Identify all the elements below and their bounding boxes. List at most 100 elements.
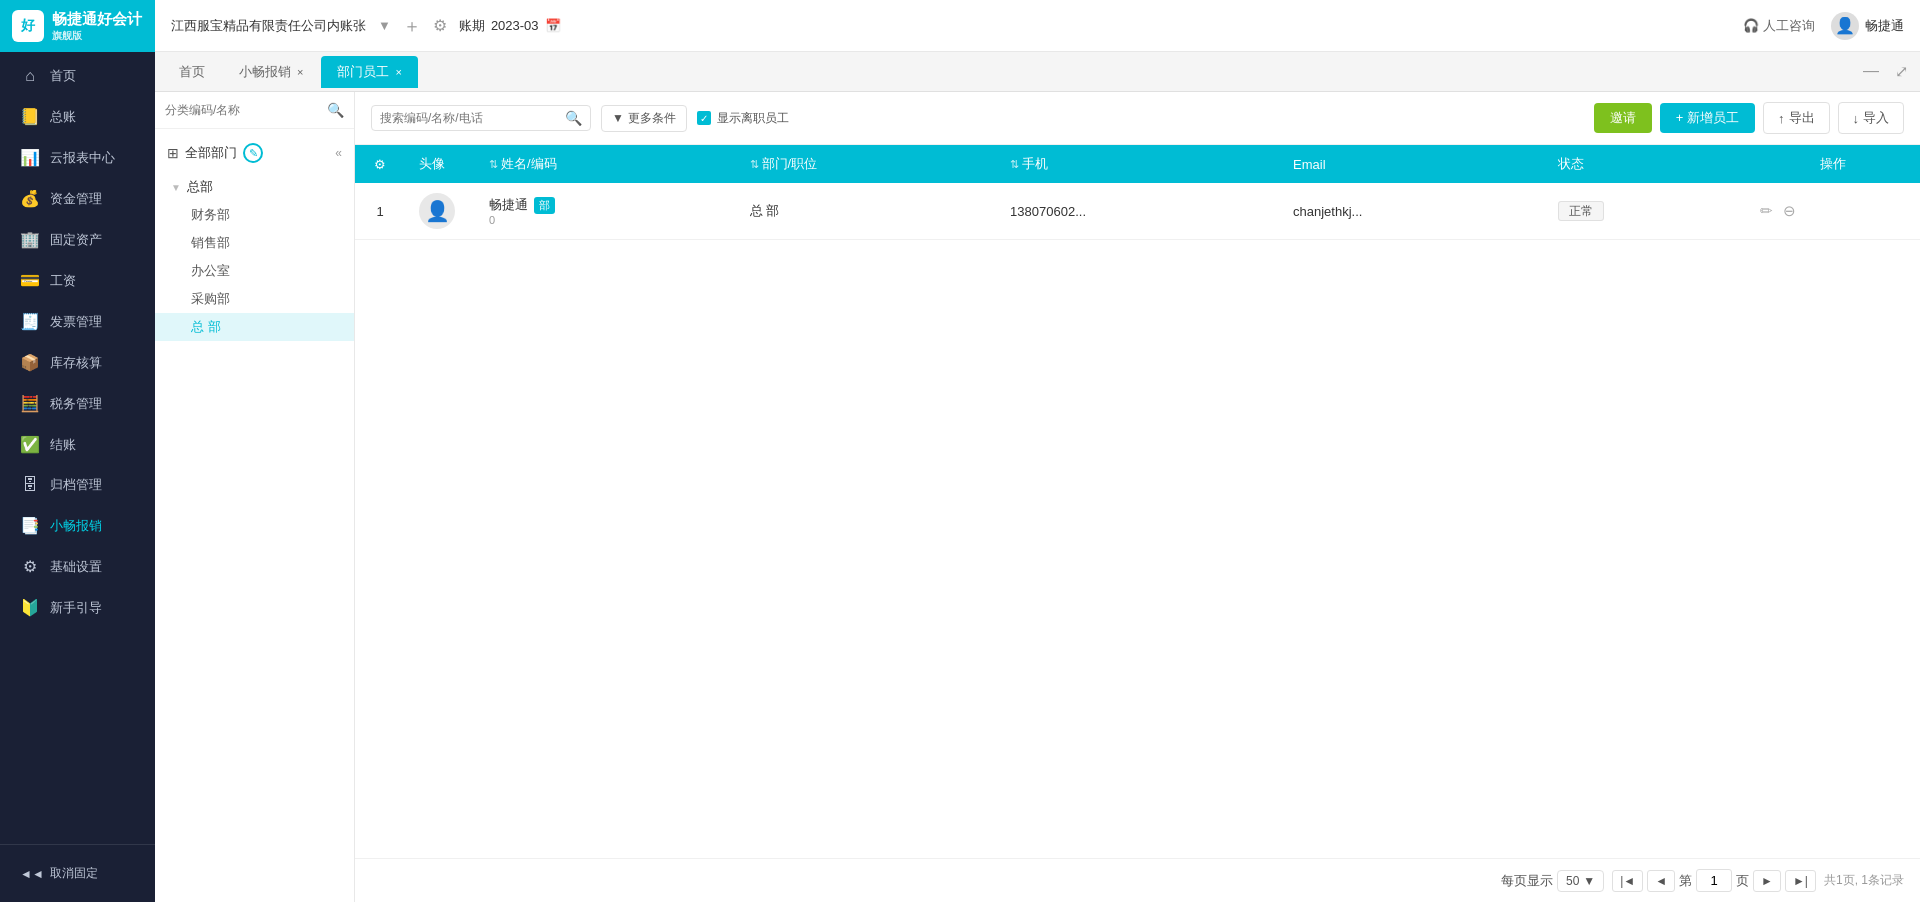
- th-dept[interactable]: ⇅ 部门/职位: [736, 145, 997, 183]
- avatar: 👤: [1831, 12, 1859, 40]
- app-title: 畅捷通好会计: [52, 10, 142, 29]
- sidebar: 好 畅捷通好会计 旗舰版 ⌂ 首页 📒 总账 📊 云报表中心 💰 资金管理 🏢 …: [0, 0, 155, 902]
- all-departments[interactable]: ⊞ 全部部门 ✎ «: [155, 137, 354, 169]
- pagination: 每页显示 50 ▼ |◄ ◄ 第 页 ► ►| 共1页, 1条记录: [355, 858, 1920, 902]
- period-display: 账期 2023-03 📅: [459, 17, 561, 35]
- import-button[interactable]: ↓ 导入: [1838, 102, 1905, 134]
- sidebar-item-label: 结账: [50, 436, 76, 454]
- sidebar-item-tax[interactable]: 🧮 税务管理: [0, 383, 155, 424]
- sidebar-item-reports[interactable]: 📊 云报表中心: [0, 137, 155, 178]
- edit-dept-button[interactable]: ✎: [243, 143, 263, 163]
- tab-home[interactable]: 首页: [163, 56, 221, 88]
- th-settings[interactable]: ⚙: [355, 145, 405, 183]
- sidebar-item-label: 新手引导: [50, 599, 102, 617]
- dept-search-icon[interactable]: 🔍: [327, 102, 344, 118]
- disable-employee-button[interactable]: ⊖: [1783, 202, 1796, 220]
- sidebar-item-inventory[interactable]: 📦 库存核算: [0, 342, 155, 383]
- sidebar-item-label: 固定资产: [50, 231, 102, 249]
- calendar-icon[interactable]: 📅: [545, 18, 561, 33]
- archive-icon: 🗄: [20, 476, 40, 494]
- show-resigned-toggle[interactable]: ✓ 显示离职员工: [697, 110, 789, 127]
- employee-phone: 138070602...: [1010, 204, 1086, 219]
- avatar-person-icon: 👤: [425, 199, 450, 223]
- toolbar-actions: 邀请 + 新增员工 ↑ 导出 ↓ 导入: [1594, 102, 1904, 134]
- sidebar-item-ledger[interactable]: 📒 总账: [0, 96, 155, 137]
- topbar: 江西服宝精品有限责任公司内账张 ▼ ＋ ⚙ 账期 2023-03 📅 🎧 人工咨…: [155, 0, 1920, 52]
- row-phone-cell: 138070602...: [996, 183, 1279, 240]
- edit-employee-button[interactable]: ✏: [1760, 202, 1773, 220]
- tab-home-label: 首页: [179, 63, 205, 81]
- export-button[interactable]: ↑ 导出: [1763, 102, 1830, 134]
- action-icons: ✏ ⊖: [1760, 202, 1906, 220]
- employee-email: chanjethkj...: [1293, 204, 1362, 219]
- last-page-button[interactable]: ►|: [1785, 870, 1816, 892]
- sidebar-item-invoice[interactable]: 🧾 发票管理: [0, 301, 155, 342]
- sidebar-item-label: 库存核算: [50, 354, 102, 372]
- prev-page-button[interactable]: ◄: [1647, 870, 1675, 892]
- dept-zongbu[interactable]: 总部: [155, 173, 354, 201]
- main-area: 江西服宝精品有限责任公司内账张 ▼ ＋ ⚙ 账期 2023-03 📅 🎧 人工咨…: [155, 0, 1920, 902]
- first-page-button[interactable]: |◄: [1612, 870, 1643, 892]
- service-button[interactable]: 🎧 人工咨询: [1743, 17, 1815, 35]
- sidebar-item-funds[interactable]: 💰 资金管理: [0, 178, 155, 219]
- minimize-button[interactable]: —: [1859, 58, 1883, 85]
- sidebar-item-salary[interactable]: 💳 工资: [0, 260, 155, 301]
- employee-search-box: 🔍: [371, 105, 591, 131]
- th-email: Email: [1279, 145, 1544, 183]
- tab-expense-close[interactable]: ×: [297, 66, 303, 78]
- company-settings-icon[interactable]: ⚙: [433, 16, 447, 35]
- dept-search-bar: 🔍: [155, 92, 354, 129]
- filter-label: 更多条件: [628, 110, 676, 127]
- th-phone[interactable]: ⇅ 手机: [996, 145, 1279, 183]
- sidebar-item-expense[interactable]: 📑 小畅报销: [0, 505, 155, 546]
- next-page-button[interactable]: ►: [1753, 870, 1781, 892]
- sort-phone-icon: ⇅: [1010, 158, 1022, 170]
- th-action: 操作: [1746, 145, 1920, 183]
- th-name[interactable]: ⇅ 姓名/编码: [475, 145, 736, 183]
- service-label: 人工咨询: [1763, 17, 1815, 35]
- tab-expense[interactable]: 小畅报销 ×: [223, 56, 319, 88]
- content-area: 🔍 ⊞ 全部部门 ✎ « 总部 财务部 销售部 办公室 采购部 总 部: [155, 92, 1920, 902]
- page-size-dropdown[interactable]: 50 ▼: [1557, 870, 1604, 892]
- sidebar-item-settings[interactable]: ⚙ 基础设置: [0, 546, 155, 587]
- employee-search-icon[interactable]: 🔍: [565, 110, 582, 126]
- tab-employees[interactable]: 部门员工 ×: [321, 56, 417, 88]
- status-badge: 正常: [1558, 201, 1604, 221]
- sidebar-item-home[interactable]: ⌂ 首页: [0, 56, 155, 96]
- table-header-row: ⚙ 头像 ⇅ 姓名/编码 ⇅ 部门/职位 ⇅ 手机 Email 状态 操作: [355, 145, 1920, 183]
- sidebar-item-label: 工资: [50, 272, 76, 290]
- dept-sales[interactable]: 销售部: [155, 229, 354, 257]
- tab-employees-close[interactable]: ×: [395, 66, 401, 78]
- import-label: 导入: [1863, 109, 1889, 127]
- sidebar-item-archive[interactable]: 🗄 归档管理: [0, 465, 155, 505]
- tax-icon: 🧮: [20, 394, 40, 413]
- company-dropdown-icon[interactable]: ▼: [378, 18, 391, 33]
- cancel-pin-button[interactable]: ◄◄ 取消固定: [0, 855, 155, 892]
- dept-finance[interactable]: 财务部: [155, 201, 354, 229]
- row-avatar-cell: 👤: [405, 183, 475, 240]
- sidebar-item-assets[interactable]: 🏢 固定资产: [0, 219, 155, 260]
- page-input[interactable]: [1696, 869, 1732, 892]
- invite-button[interactable]: 邀请: [1594, 103, 1652, 133]
- add-company-icon[interactable]: ＋: [403, 14, 421, 38]
- sidebar-item-label: 税务管理: [50, 395, 102, 413]
- show-resigned-checkbox[interactable]: ✓: [697, 111, 711, 125]
- employee-search-input[interactable]: [380, 111, 561, 125]
- employee-panel: 🔍 ▼ 更多条件 ✓ 显示离职员工 邀请 + 新增员工 ↑ 导出: [355, 92, 1920, 902]
- dept-office[interactable]: 办公室: [155, 257, 354, 285]
- user-menu[interactable]: 👤 畅捷通: [1831, 12, 1904, 40]
- dept-badge: 部: [534, 197, 555, 214]
- dept-purchase[interactable]: 采购部: [155, 285, 354, 313]
- row-action-cell: ✏ ⊖: [1746, 183, 1920, 240]
- page-di-label: 第: [1679, 872, 1692, 890]
- dept-general[interactable]: 总 部: [155, 313, 354, 341]
- more-filter-button[interactable]: ▼ 更多条件: [601, 105, 687, 132]
- sort-dept-icon: ⇅: [750, 158, 762, 170]
- expand-button[interactable]: ⤢: [1891, 58, 1912, 85]
- add-employee-button[interactable]: + 新增员工: [1660, 103, 1755, 133]
- sidebar-item-guide[interactable]: 🔰 新手引导: [0, 587, 155, 628]
- row-email-cell: chanjethkj...: [1279, 183, 1544, 240]
- tab-bar: 首页 小畅报销 × 部门员工 × — ⤢: [155, 52, 1920, 92]
- sidebar-item-checkout[interactable]: ✅ 结账: [0, 424, 155, 465]
- dept-search-input[interactable]: [165, 103, 323, 117]
